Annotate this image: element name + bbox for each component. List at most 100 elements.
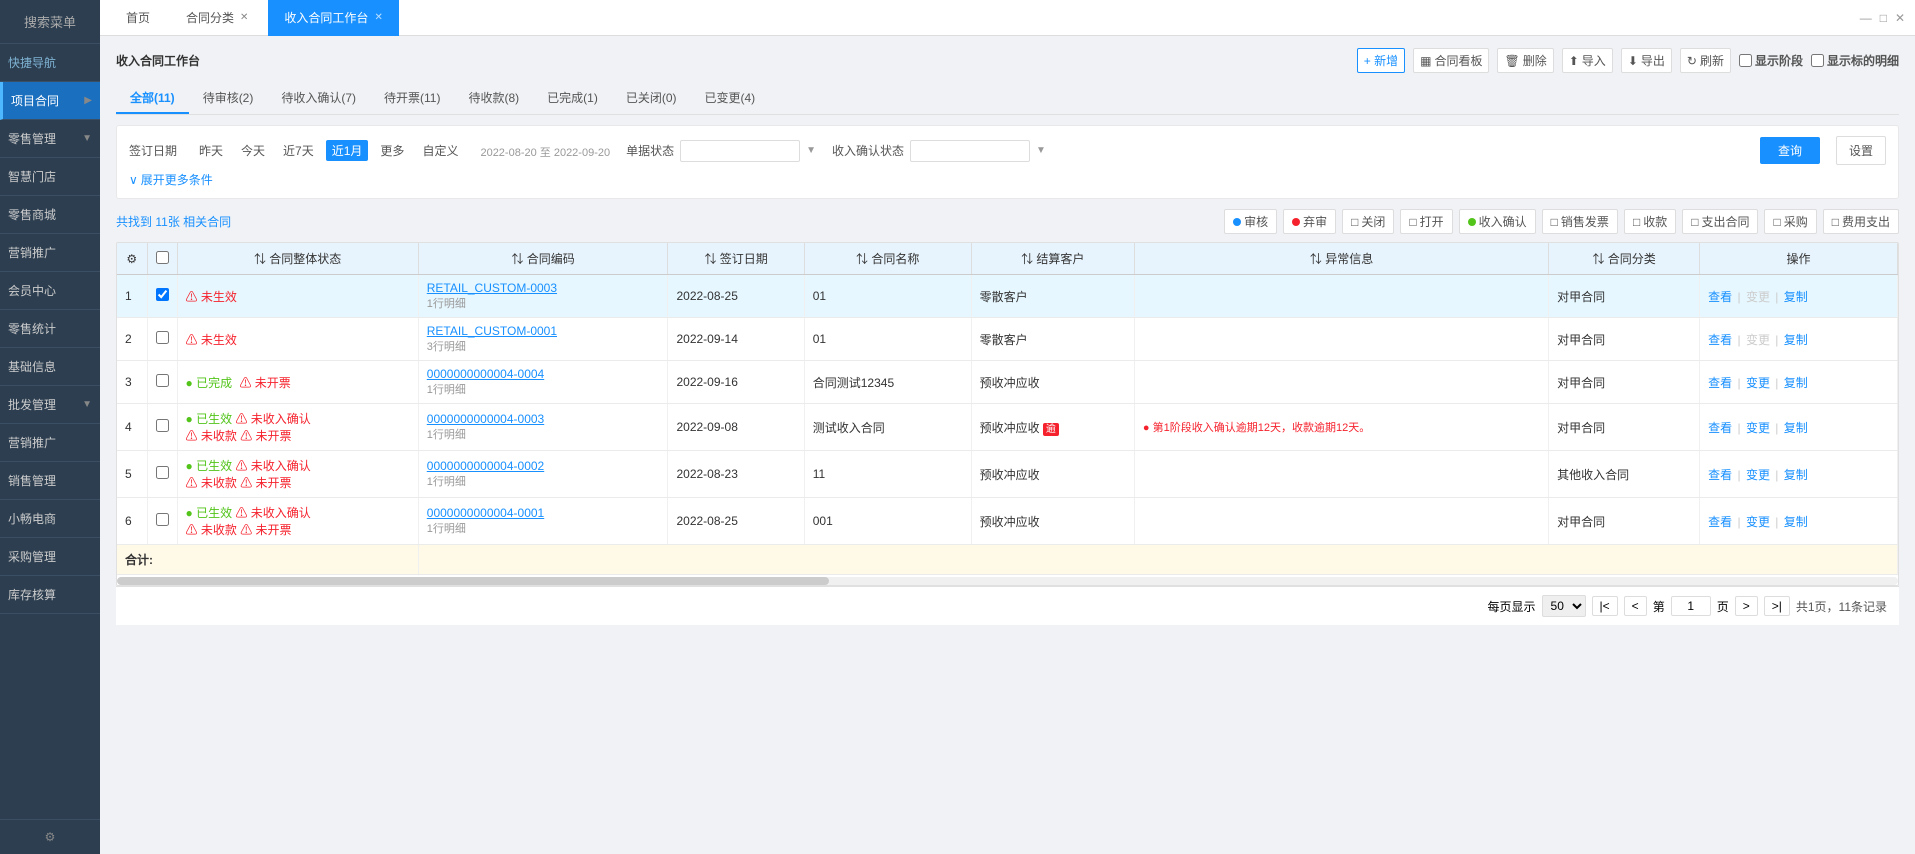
sidebar-quick-nav[interactable]: 快捷导航 [0, 44, 100, 82]
tab-home[interactable]: 首页 [110, 0, 166, 36]
tab-income-workbench[interactable]: 收入合同工作台 ✕ [268, 0, 398, 36]
close-button[interactable]: □ 关闭 [1342, 209, 1394, 234]
sidebar-search[interactable]: 搜索菜单 [0, 0, 100, 44]
sub-tab-all[interactable]: 全部(11) [116, 83, 189, 114]
sidebar-item-retail-mall[interactable]: 零售商城 [0, 196, 100, 234]
deduct-contract-button[interactable]: □ 支出合同 [1682, 209, 1758, 234]
row-checkbox[interactable] [147, 361, 177, 404]
sidebar-item-smart-store[interactable]: 智慧门店 [0, 158, 100, 196]
tab-contract-type[interactable]: 合同分类 ✕ [170, 0, 264, 36]
row-checkbox[interactable] [147, 275, 177, 318]
first-page-button[interactable]: |< [1592, 596, 1618, 616]
change-button[interactable]: 变更 [1746, 333, 1770, 347]
sidebar-item-wholesale[interactable]: 批发管理 ▼ [0, 386, 100, 424]
income-confirm-button[interactable]: 收入确认 [1459, 209, 1536, 234]
horizontal-scrollbar[interactable] [117, 577, 1898, 585]
income-confirm-select[interactable] [910, 140, 1030, 162]
open-button[interactable]: □ 打开 [1400, 209, 1452, 234]
sidebar-item-retail-stats[interactable]: 零售统计 [0, 310, 100, 348]
sub-tab-pending-audit[interactable]: 待审核(2) [189, 83, 268, 114]
sidebar-item-sales[interactable]: 销售管理 [0, 462, 100, 500]
expense-out-button[interactable]: □ 费用支出 [1823, 209, 1899, 234]
date-btn-more[interactable]: 更多 [374, 140, 410, 161]
doc-status-select[interactable] [680, 140, 800, 162]
sidebar-item-retail[interactable]: 零售管理 ▼ [0, 120, 100, 158]
import-button[interactable]: ⬆ 导入 [1562, 48, 1613, 73]
copy-button[interactable]: 复制 [1784, 290, 1808, 304]
view-button[interactable]: 查看 [1708, 376, 1732, 390]
close-icon[interactable]: ✕ [240, 12, 248, 23]
date-btn-custom[interactable]: 自定义 [416, 140, 464, 161]
row-checkbox[interactable] [147, 404, 177, 451]
col-settings[interactable]: ⚙ [117, 243, 147, 275]
view-button[interactable]: 查看 [1708, 515, 1732, 529]
sub-tab-completed[interactable]: 已完成(1) [533, 83, 612, 114]
sidebar-item-xiaochang[interactable]: 小畅电商 [0, 500, 100, 538]
contract-link[interactable]: 0000000000004-0003 [427, 412, 660, 426]
expand-filter-btn[interactable]: ∨ 展开更多条件 [129, 171, 1886, 188]
close-icon[interactable]: ✕ [374, 12, 382, 23]
sales-invoice-button[interactable]: □ 销售发票 [1542, 209, 1618, 234]
audit-button[interactable]: 审核 [1224, 209, 1277, 234]
sub-tab-pending-collect[interactable]: 待收款(8) [454, 83, 533, 114]
change-button[interactable]: 变更 [1746, 290, 1770, 304]
sub-tab-changed[interactable]: 已变更(4) [691, 83, 770, 114]
sidebar-item-project[interactable]: 项目合同 ▶ [0, 82, 100, 120]
copy-button[interactable]: 复制 [1784, 376, 1808, 390]
copy-button[interactable]: 复制 [1784, 515, 1808, 529]
view-button[interactable]: 查看 [1708, 421, 1732, 435]
contract-link[interactable]: 0000000000004-0004 [427, 367, 660, 381]
change-button[interactable]: 变更 [1746, 468, 1770, 482]
query-button[interactable]: 查询 [1760, 137, 1820, 164]
page-input[interactable] [1671, 596, 1711, 616]
refresh-button[interactable]: ↻ 刷新 [1680, 48, 1731, 73]
page-size-select[interactable]: 50 [1542, 595, 1586, 617]
contract-link[interactable]: 0000000000004-0002 [427, 459, 660, 473]
purchase-button[interactable]: □ 采购 [1764, 209, 1816, 234]
scrollbar-thumb[interactable] [117, 577, 829, 585]
sidebar-item-basic-info[interactable]: 基础信息 [0, 348, 100, 386]
delete-button[interactable]: 🗑 删除 [1497, 48, 1553, 73]
sub-tab-pending-invoice[interactable]: 待开票(11) [370, 83, 454, 114]
contract-link[interactable]: RETAIL_CUSTOM-0001 [427, 324, 660, 338]
row-checkbox[interactable] [147, 318, 177, 361]
sidebar-settings[interactable]: ⚙ [0, 819, 100, 854]
sidebar-item-marketing2[interactable]: 营销推广 [0, 424, 100, 462]
sidebar-item-member[interactable]: 会员中心 [0, 272, 100, 310]
view-button[interactable]: 查看 [1708, 333, 1732, 347]
change-button[interactable]: 变更 [1746, 515, 1770, 529]
date-btn-7days[interactable]: 近7天 [277, 140, 320, 161]
next-page-button[interactable]: > [1735, 596, 1758, 616]
last-page-button[interactable]: >| [1764, 596, 1790, 616]
date-btn-today[interactable]: 今天 [235, 140, 271, 161]
change-button[interactable]: 变更 [1746, 421, 1770, 435]
contract-link[interactable]: RETAIL_CUSTOM-0003 [427, 281, 660, 295]
export-button[interactable]: ⬇ 导出 [1621, 48, 1672, 73]
sidebar-item-marketing[interactable]: 营销推广 [0, 234, 100, 272]
row-checkbox[interactable] [147, 451, 177, 498]
setting-button[interactable]: 设置 [1836, 136, 1886, 165]
kanban-button[interactable]: ▦ 合同看板 [1413, 48, 1489, 73]
close-window-icon[interactable]: ✕ [1895, 11, 1905, 25]
sidebar-item-inventory[interactable]: 库存核算 [0, 576, 100, 614]
copy-button[interactable]: 复制 [1784, 333, 1808, 347]
sidebar-item-purchase[interactable]: 采购管理 [0, 538, 100, 576]
date-btn-1month[interactable]: 近1月 [326, 140, 369, 161]
collect-button[interactable]: □ 收款 [1624, 209, 1676, 234]
copy-button[interactable]: 复制 [1784, 468, 1808, 482]
contract-link[interactable]: 0000000000004-0001 [427, 506, 660, 520]
view-button[interactable]: 查看 [1708, 468, 1732, 482]
abandon-button[interactable]: 弃审 [1283, 209, 1336, 234]
new-button[interactable]: + 新增 [1357, 48, 1405, 73]
minimize-icon[interactable]: — [1860, 11, 1872, 25]
sub-tab-pending-income[interactable]: 待收入确认(7) [267, 83, 370, 114]
sub-tab-closed[interactable]: 已关闭(0) [612, 83, 691, 114]
change-button[interactable]: 变更 [1746, 376, 1770, 390]
date-btn-yesterday[interactable]: 昨天 [193, 140, 229, 161]
row-checkbox[interactable] [147, 498, 177, 545]
maximize-icon[interactable]: □ [1880, 11, 1887, 25]
copy-button[interactable]: 复制 [1784, 421, 1808, 435]
prev-page-button[interactable]: < [1624, 596, 1647, 616]
col-checkbox[interactable] [147, 243, 177, 275]
view-button[interactable]: 查看 [1708, 290, 1732, 304]
